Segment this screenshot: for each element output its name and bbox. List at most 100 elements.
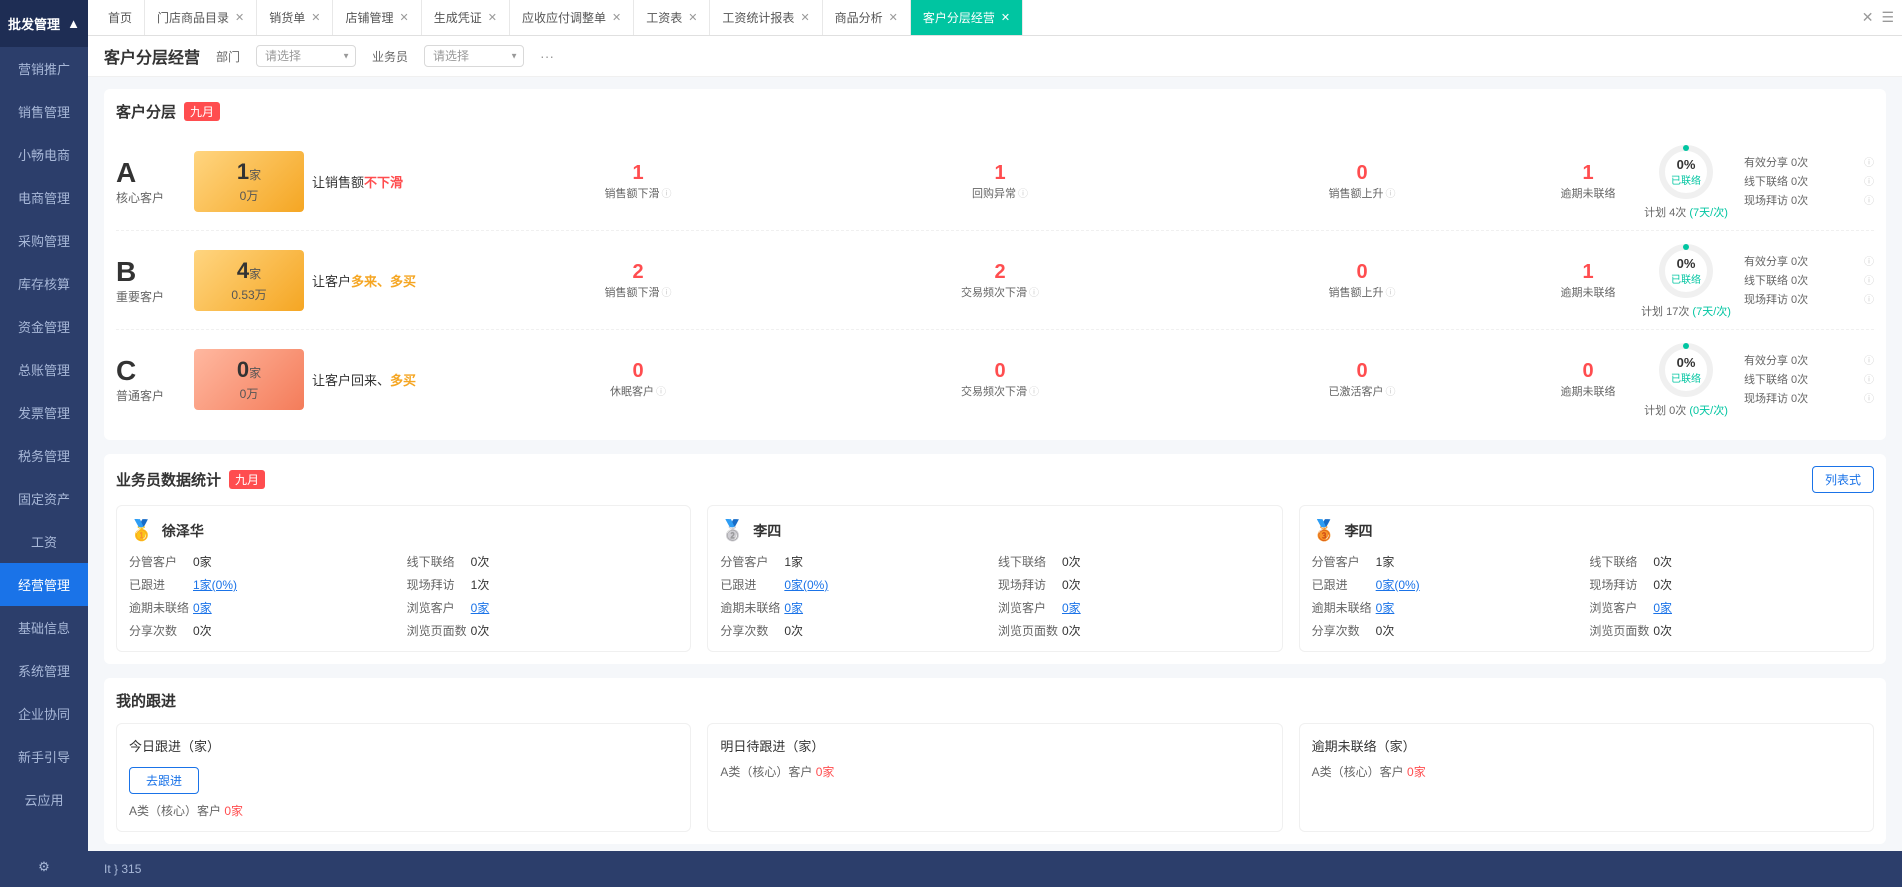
dept-select[interactable]: 请选择 [256, 45, 356, 67]
customer-tier-container: 客户分层 九月 A 核心客户 1家 0万 让销售额不下滑 [104, 89, 1886, 440]
tab-action-close[interactable]: ✕ [1862, 9, 1874, 26]
tier-contact-a: 1 逾期未联络 [1548, 162, 1628, 201]
sidebar-item-ledger[interactable]: 总账管理 [0, 348, 88, 391]
info-icon-a-3[interactable]: ⓘ [1386, 185, 1396, 200]
tier-count-num-b: 4 [237, 258, 249, 283]
sidebar-settings[interactable]: ⚙ [0, 847, 88, 887]
tab-home[interactable]: 首页 [96, 0, 145, 36]
goto-followup-btn[interactable]: 去跟进 [129, 767, 199, 794]
tier-suggestion-b: 让客户多来、多买 [312, 271, 452, 290]
followup-header: 我的跟进 [116, 690, 1874, 711]
sidebar-item-cloud[interactable]: 云应用 [0, 778, 88, 821]
tab-customer-tier[interactable]: 客户分层经营 ✕ [911, 0, 1023, 36]
sidebar-item-ecommerce[interactable]: 电商管理 [0, 176, 88, 219]
list-view-btn[interactable]: 列表式 [1812, 466, 1874, 493]
info-icon-a-2[interactable]: ⓘ [1018, 185, 1028, 200]
info-icon-c-3[interactable]: ⓘ [1386, 383, 1396, 398]
biz-stat-row-1-2: 逾期未联络 0家 [720, 599, 992, 616]
info-icon-visit-c[interactable]: ⓘ [1864, 390, 1874, 406]
info-icon-a-1[interactable]: ⓘ [662, 185, 672, 200]
biz-stat-row-1-1: 已跟进 0家(0%) [720, 576, 992, 593]
info-icon-offline-b[interactable]: ⓘ [1864, 272, 1874, 288]
sidebar-item-salary[interactable]: 工资 [0, 520, 88, 563]
info-icon-share-a[interactable]: ⓘ [1864, 154, 1874, 170]
info-icon-c-2[interactable]: ⓘ [1029, 383, 1039, 398]
sidebar-item-invoice[interactable]: 发票管理 [0, 391, 88, 434]
followup-card-title-1: 明日待跟进（家） [720, 736, 1269, 755]
followup-tomorrow-sub: A类（核心）客户 0家 [720, 763, 1269, 780]
tab-store-mgmt[interactable]: 店铺管理 ✕ [333, 0, 421, 36]
sidebar-item-sales[interactable]: 销售管理 [0, 90, 88, 133]
sales-select[interactable]: 请选择 [424, 45, 524, 67]
info-icon-visit-b[interactable]: ⓘ [1864, 291, 1874, 307]
biz-month-badge: 九月 [229, 470, 265, 489]
tab-close-store-products[interactable]: ✕ [235, 11, 244, 24]
tab-ap-adjust[interactable]: 应收应付调整单 ✕ [510, 0, 634, 36]
sidebar-item-tax[interactable]: 税务管理 [0, 434, 88, 477]
tab-close-store-mgmt[interactable]: ✕ [400, 11, 409, 24]
sidebar-item-ecommerce-small[interactable]: 小畅电商 [0, 133, 88, 176]
followup-card-title-2: 逾期未联络（家） [1312, 736, 1861, 755]
info-icon-c-1[interactable]: ⓘ [656, 383, 666, 398]
sidebar-item-marketing[interactable]: 营销推广 [0, 47, 88, 90]
tab-store-products[interactable]: 门店商品目录 ✕ [145, 0, 257, 36]
info-icon-offline-a[interactable]: ⓘ [1864, 173, 1874, 189]
tier-stats-c: 0 休眠客户ⓘ 0 交易频次下滑ⓘ 0 已激活客户ⓘ [460, 360, 1540, 399]
contact-label-b: 逾期未联络 [1548, 284, 1628, 300]
tier-count-c: 0家 0万 [194, 349, 304, 410]
info-icon-share-b[interactable]: ⓘ [1864, 253, 1874, 269]
tab-sales-order[interactable]: 销货单 ✕ [257, 0, 333, 36]
dept-select-wrapper[interactable]: 请选择 [256, 45, 356, 67]
more-filter-btn[interactable]: ··· [540, 48, 554, 64]
tab-product-analysis[interactable]: 商品分析 ✕ [823, 0, 911, 36]
biz-stat-row-0-7: 浏览页面数 0次 [407, 622, 679, 639]
tab-payroll[interactable]: 工资表 ✕ [634, 0, 710, 36]
tab-voucher[interactable]: 生成凭证 ✕ [422, 0, 510, 36]
bottom-bar: It } 315 [88, 851, 1902, 887]
sidebar-item-inventory[interactable]: 库存核算 [0, 262, 88, 305]
tier-label-c: C 普通客户 [116, 355, 186, 404]
tab-close-ap-adjust[interactable]: ✕ [612, 11, 621, 24]
tab-close-customer-tier[interactable]: ✕ [1001, 11, 1010, 24]
info-icon-b-1[interactable]: ⓘ [662, 284, 672, 299]
sidebar-item-system[interactable]: 系统管理 [0, 649, 88, 692]
tier-suggestion-a: 让销售额不下滑 [312, 172, 452, 191]
info-icon-b-2[interactable]: ⓘ [1029, 284, 1039, 299]
tab-close-sales-order[interactable]: ✕ [311, 11, 320, 24]
sidebar-item-assets[interactable]: 固定资产 [0, 477, 88, 520]
info-icon-offline-c[interactable]: ⓘ [1864, 371, 1874, 387]
tier-amount-b: 0.53万 [206, 286, 292, 303]
sales-select-wrapper[interactable]: 请选择 [424, 45, 524, 67]
tier-section-header: 客户分层 九月 [116, 101, 1874, 122]
sidebar: 批发管理 ▲ 营销推广 销售管理 小畅电商 电商管理 采购管理 库存核算 资金管… [0, 0, 88, 887]
info-icon-share-c[interactable]: ⓘ [1864, 352, 1874, 368]
tab-close-product-analysis[interactable]: ✕ [889, 11, 898, 24]
sidebar-item-management[interactable]: 经营管理 [0, 563, 88, 606]
biz-stat-row-1-5: 现场拜访 0次 [998, 576, 1270, 593]
tier-letter-a: A [116, 157, 186, 189]
tier-count-b: 4家 0.53万 [194, 250, 304, 311]
sidebar-item-finance[interactable]: 资金管理 [0, 305, 88, 348]
biz-card-2: 🥉 李四 分管客户 1家 线下联络 0次 已跟进 [1299, 505, 1874, 652]
tab-close-payroll[interactable]: ✕ [688, 11, 697, 24]
sidebar-item-collab[interactable]: 企业协同 [0, 692, 88, 735]
tab-action-menu[interactable]: ☰ [1881, 9, 1894, 26]
sidebar-collapse-icon[interactable]: ▲ [67, 16, 80, 31]
biz-stat-row-0-3: 分享次数 0次 [129, 622, 401, 639]
info-icon-visit-a[interactable]: ⓘ [1864, 192, 1874, 208]
tab-payroll-report[interactable]: 工资统计报表 ✕ [710, 0, 822, 36]
info-icon-b-3[interactable]: ⓘ [1386, 284, 1396, 299]
stat-c-1: 0 休眠客户ⓘ [460, 360, 816, 399]
circle-sub-b: 已联络 [1671, 271, 1701, 286]
settings-icon: ⚙ [38, 859, 50, 874]
tab-close-payroll-report[interactable]: ✕ [800, 11, 809, 24]
sidebar-item-basic[interactable]: 基础信息 [0, 606, 88, 649]
sidebar-item-purchase[interactable]: 采购管理 [0, 219, 88, 262]
sidebar-header[interactable]: 批发管理 ▲ [0, 0, 88, 47]
sidebar-title: 批发管理 [8, 14, 60, 33]
stat-num-a-3: 0 [1356, 162, 1367, 185]
tab-close-voucher[interactable]: ✕ [488, 11, 497, 24]
sidebar-item-guide[interactable]: 新手引导 [0, 735, 88, 778]
main-area: 首页 门店商品目录 ✕ 销货单 ✕ 店铺管理 ✕ 生成凭证 ✕ 应收应付调整单 … [88, 0, 1902, 887]
biz-stat-row-0-1: 已跟进 1家(0%) [129, 576, 401, 593]
